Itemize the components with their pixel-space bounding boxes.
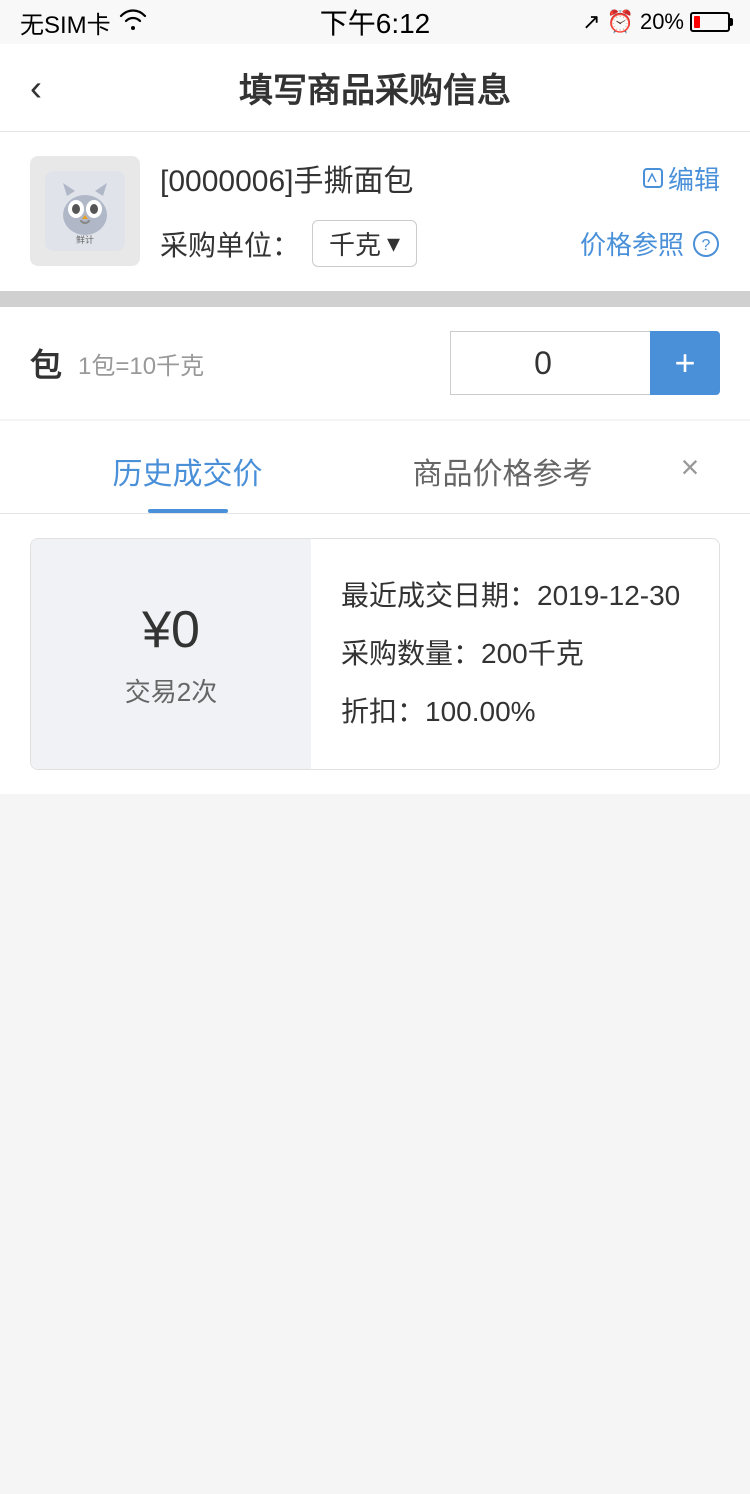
- nav-bar: ‹ 填写商品采购信息: [0, 44, 750, 132]
- trade-price: ¥0: [142, 600, 200, 660]
- status-carrier: 无SIM卡: [20, 5, 147, 40]
- status-bar: 无SIM卡 下午6:12 ↗ ⏰ 20%: [0, 0, 750, 44]
- section-divider: [0, 291, 750, 307]
- edit-button[interactable]: 编辑: [642, 160, 720, 197]
- recent-date-row: 最近成交日期：2019-12-30: [341, 575, 689, 617]
- quantity-label: 包 1包=10千克: [30, 340, 204, 386]
- tabs-header: 历史成交价 商品价格参考 ×: [0, 421, 750, 514]
- purchase-unit-label: 采购单位：: [160, 224, 300, 264]
- product-name-row: [0000006]手撕面包 编辑: [160, 156, 720, 200]
- carrier-text: 无SIM卡: [20, 5, 111, 40]
- status-time: 下午6:12: [320, 2, 431, 42]
- info-icon: ?: [692, 230, 720, 258]
- trade-card-right: 最近成交日期：2019-12-30 采购数量：200千克 折扣：100.00%: [311, 539, 719, 769]
- trade-count: 交易2次: [125, 672, 217, 709]
- product-card: 鲜计 [0000006]手撕面包 编辑 采购单位： 千克 ▾: [0, 132, 750, 291]
- alarm-icon: ⏰: [607, 9, 634, 35]
- tab-history-price[interactable]: 历史成交价: [30, 421, 345, 513]
- quantity-input-group[interactable]: +: [450, 331, 720, 395]
- product-info: [0000006]手撕面包 编辑 采购单位： 千克 ▾ 价格参照: [160, 156, 720, 267]
- unit-hint: 1包=10千克: [78, 346, 204, 381]
- content-area: [0, 794, 750, 1494]
- tabs-close-button[interactable]: ×: [660, 437, 720, 497]
- wifi-icon: [119, 8, 147, 37]
- quantity-plus-button[interactable]: +: [650, 331, 720, 395]
- quantity-input[interactable]: [450, 331, 650, 395]
- trade-card: ¥0 交易2次 最近成交日期：2019-12-30 采购数量：200千克 折扣：…: [30, 538, 720, 770]
- purchase-qty-row: 采购数量：200千克: [341, 633, 689, 675]
- tab-underline: [148, 509, 228, 513]
- purchase-unit-row: 采购单位： 千克 ▾ 价格参照 ?: [160, 220, 720, 267]
- product-logo: 鲜计: [45, 171, 125, 251]
- unit-selector[interactable]: 采购单位： 千克 ▾: [160, 220, 417, 267]
- trade-card-left: ¥0 交易2次: [31, 539, 311, 769]
- discount-row: 折扣：100.00%: [341, 691, 689, 733]
- quantity-row: 包 1包=10千克 +: [0, 307, 750, 419]
- trade-card-area: ¥0 交易2次 最近成交日期：2019-12-30 采购数量：200千克 折扣：…: [0, 514, 750, 794]
- unit-select-dropdown[interactable]: 千克 ▾: [312, 220, 417, 267]
- tabs-panel: 历史成交价 商品价格参考 × ¥0 交易2次 最近成交日期：2019-12-30…: [0, 421, 750, 794]
- price-reference-button[interactable]: 价格参照 ?: [580, 225, 720, 262]
- svg-text:鲜计: 鲜计: [76, 234, 94, 245]
- status-right-icons: ↗ ⏰ 20%: [582, 9, 730, 35]
- product-name: [0000006]手撕面包: [160, 156, 413, 200]
- back-button[interactable]: ‹: [30, 67, 42, 109]
- location-icon: ↗: [582, 9, 600, 35]
- product-thumbnail: 鲜计: [30, 156, 140, 266]
- unit-big-label: 包: [30, 340, 62, 386]
- battery-icon: [690, 12, 730, 32]
- svg-text:?: ?: [702, 237, 711, 254]
- tab-product-price-ref[interactable]: 商品价格参考: [345, 421, 660, 513]
- battery-pct: 20%: [640, 9, 684, 35]
- page-title: 填写商品采购信息: [239, 63, 511, 112]
- dropdown-arrow: ▾: [387, 228, 400, 259]
